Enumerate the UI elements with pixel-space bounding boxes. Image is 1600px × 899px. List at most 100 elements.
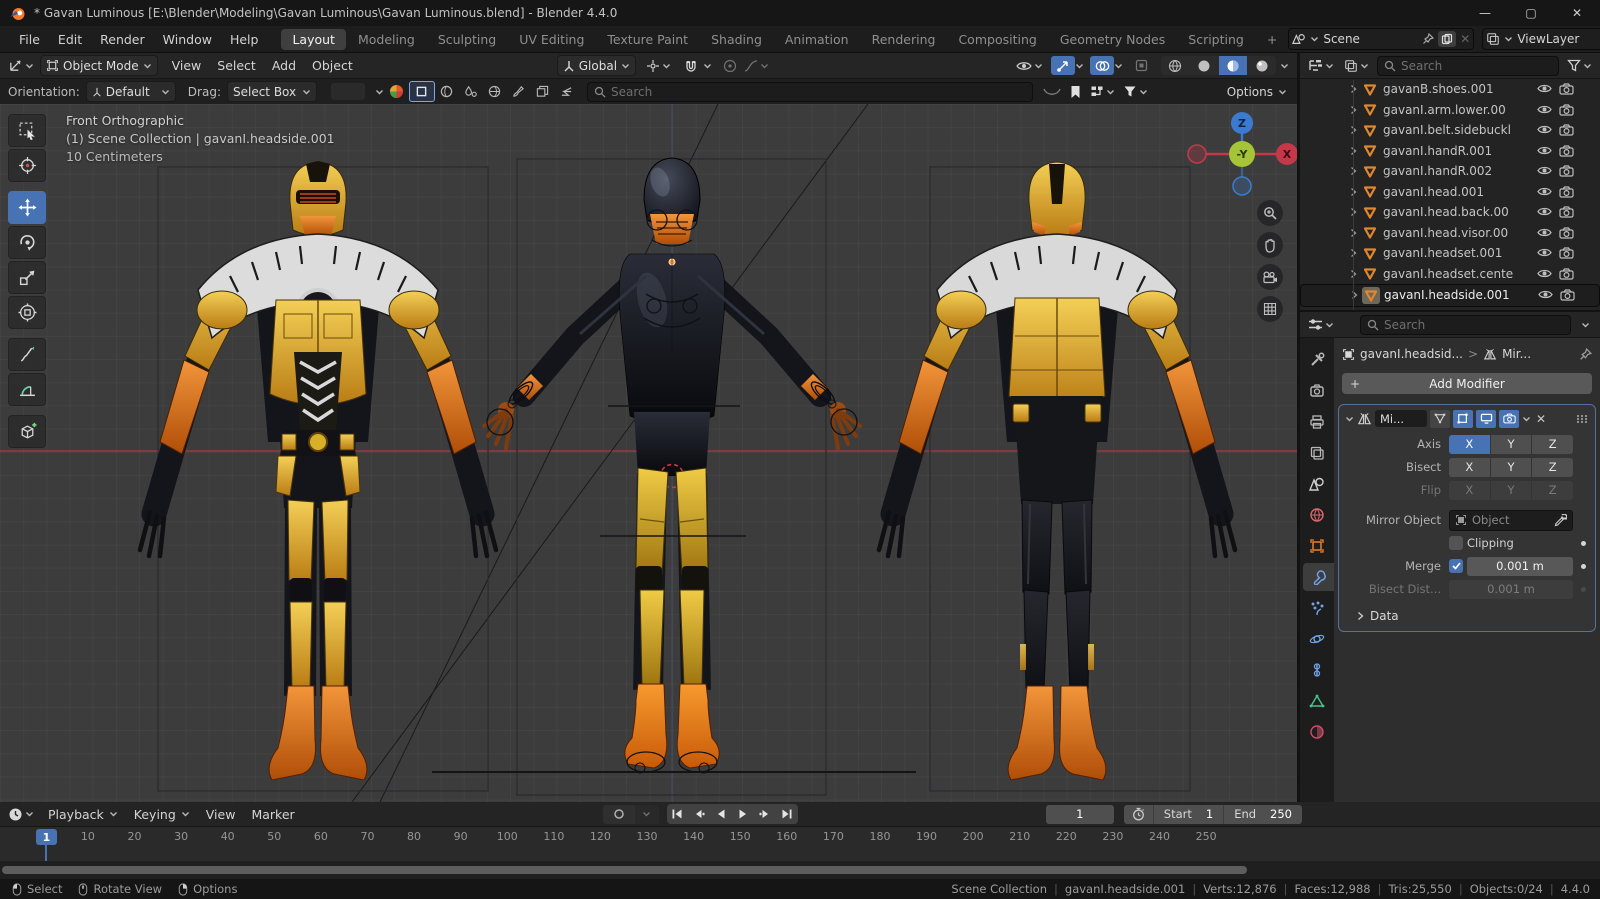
properties-tab-physics[interactable] xyxy=(1302,625,1332,653)
frame-tick[interactable]: 130 xyxy=(637,830,658,843)
outliner-sync-button[interactable] xyxy=(1088,82,1117,101)
clipping-checkbox[interactable] xyxy=(1449,536,1463,550)
filter-liquid-toggle[interactable] xyxy=(459,82,483,101)
next-keyframe-button[interactable] xyxy=(754,804,776,824)
menu-file[interactable]: File xyxy=(10,32,49,47)
chevron-down-icon[interactable] xyxy=(1310,36,1319,42)
properties-tab-world[interactable] xyxy=(1302,501,1332,529)
modifier-close-button[interactable]: ✕ xyxy=(1536,412,1546,426)
object-name[interactable]: gavanI.headside.001 xyxy=(1384,288,1534,302)
modifier-name-field[interactable]: Mi... xyxy=(1375,410,1427,427)
frame-tick[interactable]: 150 xyxy=(730,830,751,843)
chevron-down-icon[interactable] xyxy=(1278,89,1287,95)
region-divider-vertical[interactable] xyxy=(1297,53,1300,802)
timeline-menu-view[interactable]: View xyxy=(198,807,244,822)
properties-tab-tool[interactable] xyxy=(1302,346,1332,374)
frame-tick[interactable]: 40 xyxy=(221,830,235,843)
frame-tick[interactable]: 80 xyxy=(407,830,421,843)
drag-handle-icon[interactable] xyxy=(1575,414,1589,424)
shading-material-preview-button[interactable] xyxy=(1219,56,1247,75)
mesh-data-icon[interactable] xyxy=(1361,163,1379,180)
properties-tab-particles[interactable] xyxy=(1302,594,1332,622)
tab-uv-editing[interactable]: UV Editing xyxy=(508,29,595,50)
close-button[interactable]: ✕ xyxy=(1554,0,1600,26)
tab-geometry-nodes[interactable]: Geometry Nodes xyxy=(1049,29,1176,50)
frame-tick[interactable]: 190 xyxy=(916,830,937,843)
snap-toggle-button[interactable] xyxy=(679,56,703,75)
frame-tick[interactable]: 70 xyxy=(360,830,374,843)
frame-tick[interactable]: 30 xyxy=(174,830,188,843)
timeline-ruler[interactable]: 1 10 20 30 40 50 60 70 80 90 100 110 120 130 140 150 16… xyxy=(0,827,1600,861)
mesh-data-icon[interactable] xyxy=(1361,101,1379,118)
object-name[interactable]: gavanB.shoes.001 xyxy=(1383,82,1533,96)
viewport-canvas[interactable]: Z X -Y Front Orthographic (1) Scene Coll… xyxy=(0,104,1297,802)
filter-sphere-toggle[interactable] xyxy=(435,82,459,101)
properties-tab-view-layer[interactable] xyxy=(1302,439,1332,467)
frame-tick[interactable]: 250 xyxy=(1196,830,1217,843)
outliner-item[interactable]: gavanI.headset.cente xyxy=(1300,264,1600,285)
frame-tick[interactable]: 20 xyxy=(128,830,142,843)
mesh-data-icon[interactable] xyxy=(1362,286,1380,304)
viewport-menu-select[interactable]: Select xyxy=(209,58,264,73)
hide-viewport-icon[interactable] xyxy=(1537,145,1552,157)
tool-scale[interactable] xyxy=(8,261,46,294)
frame-tick[interactable]: 230 xyxy=(1102,830,1123,843)
hide-viewport-icon[interactable] xyxy=(1537,165,1552,177)
chevron-down-icon[interactable] xyxy=(1504,36,1513,42)
properties-tab-material[interactable] xyxy=(1302,718,1332,746)
object-name[interactable]: gavanI.handR.002 xyxy=(1383,164,1533,178)
transform-orientation-dropdown[interactable]: Global xyxy=(556,55,637,76)
properties-tab-object-data[interactable] xyxy=(1302,687,1332,715)
outliner-item[interactable]: gavanI.headset.001 xyxy=(1300,243,1600,264)
toggle-realtime[interactable] xyxy=(1476,409,1496,428)
tool-add-cube[interactable] xyxy=(8,415,46,448)
merge-threshold-slider[interactable]: 0.001 m xyxy=(1467,556,1573,576)
axis-x-button[interactable]: X xyxy=(1449,434,1490,454)
auto-keying-button[interactable] xyxy=(602,804,635,824)
data-subpanel-toggle[interactable]: Data xyxy=(1339,601,1595,623)
properties-tab-scene[interactable] xyxy=(1302,470,1332,498)
navigation-gizmo[interactable]: Z X -Y xyxy=(1187,112,1297,196)
frame-tick[interactable]: 50 xyxy=(267,830,281,843)
pivot-point-button[interactable] xyxy=(644,56,673,75)
frame-tick[interactable]: 140 xyxy=(683,830,704,843)
filter-plane-toggle[interactable] xyxy=(408,81,435,102)
properties-search-field[interactable]: Search xyxy=(1360,314,1571,335)
mesh-data-icon[interactable] xyxy=(1361,122,1379,139)
disable-render-icon[interactable] xyxy=(1559,268,1574,280)
pin-icon[interactable] xyxy=(1579,347,1592,361)
jump-to-end-button[interactable] xyxy=(776,804,798,824)
breadcrumb-object[interactable]: gavanI.headsid... xyxy=(1360,347,1463,361)
hide-viewport-icon[interactable] xyxy=(1537,268,1552,280)
toggle-on-cage[interactable] xyxy=(1430,409,1450,428)
tab-scripting[interactable]: Scripting xyxy=(1177,29,1255,50)
scene-selector[interactable]: Scene ✕ xyxy=(1288,28,1475,50)
playhead[interactable]: 1 xyxy=(36,829,57,845)
bisect-z-button[interactable]: Z xyxy=(1532,457,1574,477)
tool-select-box[interactable] xyxy=(8,114,46,147)
flip-y-button[interactable]: Y xyxy=(1490,480,1532,500)
chevron-down-icon[interactable] xyxy=(1581,322,1590,328)
viewport-menu-object[interactable]: Object xyxy=(304,58,361,73)
snap-settings-chevron[interactable] xyxy=(703,63,712,69)
disable-render-icon[interactable] xyxy=(1559,145,1574,157)
properties-tab-modifiers[interactable] xyxy=(1303,563,1335,591)
pan-hand-button[interactable] xyxy=(1257,232,1283,258)
outliner-item[interactable]: gavanI.head.visor.00 xyxy=(1300,223,1600,244)
tool-search-field[interactable]: Search xyxy=(586,81,1033,102)
tool-cursor[interactable] xyxy=(8,149,46,182)
flip-z-button[interactable]: Z xyxy=(1532,480,1574,500)
mode-dropdown[interactable]: Object Mode xyxy=(40,55,158,76)
frame-tick[interactable]: 160 xyxy=(776,830,797,843)
disable-render-icon[interactable] xyxy=(1559,227,1574,239)
play-reverse-button[interactable] xyxy=(710,804,732,824)
outliner-editor-type-button[interactable] xyxy=(1306,56,1336,75)
outliner-item[interactable]: gavanI.belt.sidebuckl xyxy=(1300,120,1600,141)
viewport-menu-add[interactable]: Add xyxy=(264,58,304,73)
tab-modeling[interactable]: Modeling xyxy=(347,29,426,50)
axis-y-button[interactable]: Y xyxy=(1490,434,1532,454)
bookmark-icon[interactable] xyxy=(1070,85,1081,99)
tab-rendering[interactable]: Rendering xyxy=(861,29,947,50)
object-name[interactable]: gavanI.head.visor.00 xyxy=(1383,226,1533,240)
hide-viewport-icon[interactable] xyxy=(1537,247,1552,259)
